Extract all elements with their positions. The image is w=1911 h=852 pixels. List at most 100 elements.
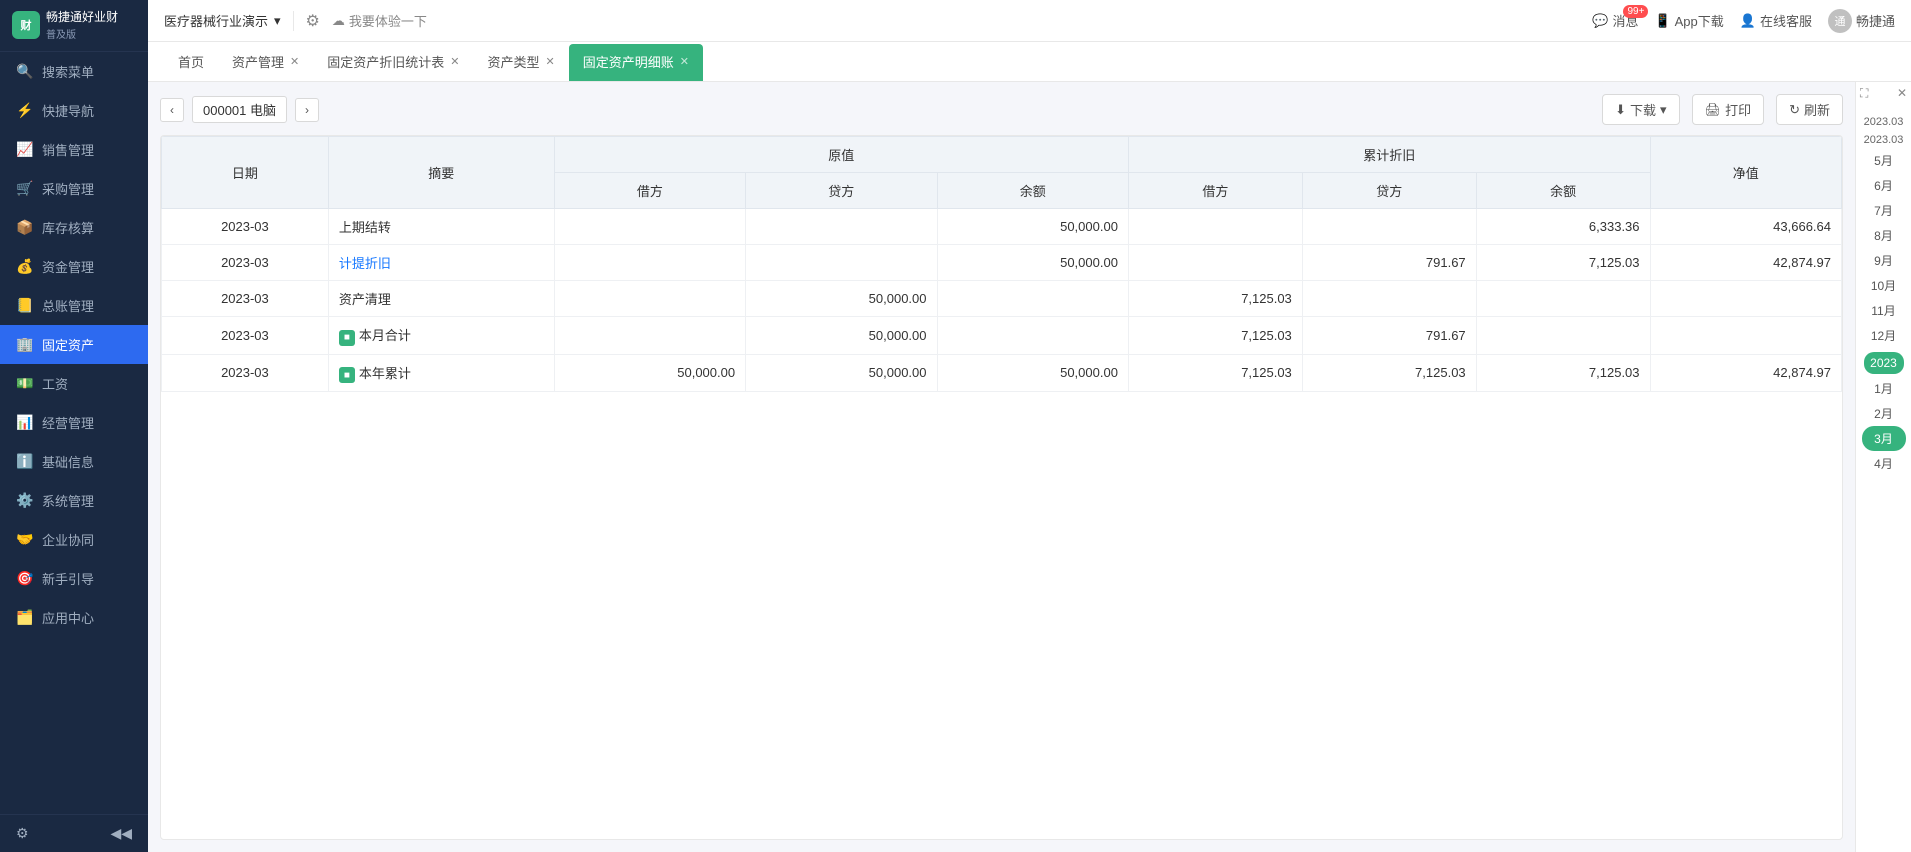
tab-close-icon[interactable]: ✕: [290, 55, 299, 68]
cell-depr-debit: 7,125.03: [1128, 317, 1302, 355]
tab-close-icon[interactable]: ✕: [546, 55, 555, 68]
company-selector[interactable]: 医疗器械行业演示 ▾: [164, 11, 281, 30]
download-label: 下载: [1630, 100, 1656, 119]
message-btn[interactable]: 💬 消息 99+: [1592, 11, 1638, 30]
tab-资产类型[interactable]: 资产类型✕: [473, 44, 568, 81]
collapse-icon[interactable]: ◀◀: [110, 825, 132, 842]
sidebar-icon: 📒: [16, 296, 34, 314]
timeline-year[interactable]: 2023: [1864, 352, 1904, 374]
tab-固定资产折旧统计表[interactable]: 固定资产折旧统计表✕: [313, 44, 473, 81]
sidebar-item-资金管理[interactable]: 💰资金管理: [0, 247, 148, 286]
sidebar-item-销售管理[interactable]: 📈销售管理: [0, 130, 148, 169]
timeline-month[interactable]: 10月: [1862, 273, 1906, 298]
data-table-wrapper: 日期 摘要 原值 累计折旧 净值 借方 贷方 余额 借方 贷方 余额: [160, 135, 1843, 840]
timeline-month[interactable]: 1月: [1862, 376, 1906, 401]
print-btn[interactable]: 🖨 打印: [1692, 94, 1765, 125]
content-main: ‹ 000001 电脑 › ⬇ 下载 ▾ 🖨 打印 ↻: [148, 82, 1855, 852]
sidebar-item-基础信息[interactable]: ℹ️基础信息: [0, 442, 148, 481]
col-orig-credit: 贷方: [746, 173, 937, 209]
timeline-month[interactable]: 4月: [1862, 451, 1906, 476]
timeline-close-icon[interactable]: ✕: [1897, 86, 1907, 100]
cell-orig-balance: [937, 317, 1128, 355]
timeline-expand-icon[interactable]: ⛶: [1860, 86, 1868, 101]
online-service-btn[interactable]: 👤 在线客服: [1740, 11, 1812, 30]
tab-close-icon[interactable]: ✕: [680, 55, 689, 68]
tab-固定资产明细账[interactable]: 固定资产明细账 ✕: [569, 44, 703, 81]
service-icon: 👤: [1740, 13, 1756, 29]
timeline-month[interactable]: 12月: [1862, 323, 1906, 348]
sidebar-label: 系统管理: [42, 491, 94, 510]
col-summary: 摘要: [328, 137, 554, 209]
message-icon: 💬: [1592, 13, 1608, 29]
sidebar-item-总账管理[interactable]: 📒总账管理: [0, 286, 148, 325]
sidebar-item-采购管理[interactable]: 🛒采购管理: [0, 169, 148, 208]
tab-资产管理[interactable]: 资产管理 ✕: [218, 44, 313, 81]
sidebar-item-快捷导航[interactable]: ⚡快捷导航: [0, 91, 148, 130]
col-accumulated-depr: 累计折旧: [1128, 137, 1650, 173]
timeline-items: 5月6月7月8月9月10月11月12月 20231月2月3月4月: [1862, 148, 1906, 476]
cell-summary: 上期结转: [328, 209, 554, 245]
topbar-divider: [293, 11, 294, 31]
sidebar-item-搜索菜单[interactable]: 🔍搜索菜单: [0, 52, 148, 91]
timeline-month[interactable]: 7月: [1862, 198, 1906, 223]
sidebar-label: 资金管理: [42, 257, 94, 276]
sidebar-icon: 🏢: [16, 335, 34, 353]
sidebar-label: 新手引导: [42, 569, 94, 588]
tab-close-icon[interactable]: ✕: [450, 55, 459, 68]
refresh-btn[interactable]: ↻ 刷新: [1776, 94, 1843, 125]
sidebar-label: 固定资产: [42, 335, 94, 354]
toolbar-right: ⬇ 下载 ▾ 🖨 打印 ↻ 刷新: [1602, 94, 1843, 125]
sidebar-nav: 🔍搜索菜单⚡快捷导航📈销售管理🛒采购管理📦库存核算💰资金管理📒总账管理 🏢 固定资产…: [0, 52, 148, 814]
content-area: ‹ 000001 电脑 › ⬇ 下载 ▾ 🖨 打印 ↻: [148, 82, 1911, 852]
sidebar-icon: 📊: [16, 413, 34, 431]
sidebar-icon: ⚡: [16, 101, 34, 119]
sidebar-item-新手引导[interactable]: 🎯新手引导: [0, 559, 148, 598]
cell-net-value: 42,874.97: [1650, 245, 1841, 281]
cell-depr-debit: 7,125.03: [1128, 281, 1302, 317]
tab-label: 资产管理: [232, 52, 284, 71]
sidebar-label: 基础信息: [42, 452, 94, 471]
timeline-month[interactable]: 2月: [1862, 401, 1906, 426]
settings-gear-icon[interactable]: ⚙: [306, 11, 320, 31]
timeline-month[interactable]: 11月: [1862, 298, 1906, 323]
sidebar-item-固定资产[interactable]: 🏢 固定资产: [0, 325, 148, 364]
timeline-month[interactable]: 3月: [1862, 426, 1906, 451]
col-depr-credit: 贷方: [1302, 173, 1476, 209]
user-menu[interactable]: 通 畅捷通: [1828, 9, 1895, 33]
cell-depr-debit: 7,125.03: [1128, 354, 1302, 392]
trial-btn[interactable]: ☁ 我要体验一下: [332, 11, 427, 30]
sidebar-item-库存核算[interactable]: 📦库存核算: [0, 208, 148, 247]
refresh-label: 刷新: [1804, 100, 1830, 119]
cell-date: 2023-03: [162, 281, 329, 317]
table-row: 2023-03 计提折旧 50,000.00 791.67 7,125.03 4…: [162, 245, 1842, 281]
download-btn[interactable]: ⬇ 下载 ▾: [1602, 94, 1679, 125]
cell-depr-credit: [1302, 209, 1476, 245]
sidebar-item-企业协同[interactable]: 🤝企业协同: [0, 520, 148, 559]
prev-asset-btn[interactable]: ‹: [160, 98, 184, 122]
data-table: 日期 摘要 原值 累计折旧 净值 借方 贷方 余额 借方 贷方 余额: [161, 136, 1842, 392]
cell-date: 2023-03: [162, 317, 329, 355]
timeline-month[interactable]: 8月: [1862, 223, 1906, 248]
app-download-btn[interactable]: 📱 App下载: [1654, 11, 1723, 30]
tab-label: 固定资产明细账: [583, 52, 674, 71]
summary-link[interactable]: 计提折旧: [339, 256, 391, 271]
tabs-bar: 首页资产管理✕固定资产折旧统计表✕资产类型✕固定资产明细账✕: [148, 42, 1911, 82]
table-row: 2023-03 ■本年累计 50,000.00 50,000.00 50,000…: [162, 354, 1842, 392]
cell-depr-credit: 7,125.03: [1302, 354, 1476, 392]
cell-depr-balance: [1476, 317, 1650, 355]
cell-depr-balance: 6,333.36: [1476, 209, 1650, 245]
cell-net-value: [1650, 281, 1841, 317]
timeline-month[interactable]: 5月: [1862, 148, 1906, 173]
sidebar-item-应用中心[interactable]: 🗂️应用中心: [0, 598, 148, 637]
sidebar-item-工资[interactable]: 💵工资: [0, 364, 148, 403]
cell-depr-balance: [1476, 281, 1650, 317]
sidebar-item-经营管理[interactable]: 📊经营管理: [0, 403, 148, 442]
sidebar-item-系统管理[interactable]: ⚙️系统管理: [0, 481, 148, 520]
settings-icon[interactable]: ⚙: [16, 825, 29, 842]
timeline-month[interactable]: 6月: [1862, 173, 1906, 198]
next-asset-btn[interactable]: ›: [295, 98, 319, 122]
timeline-month[interactable]: 9月: [1862, 248, 1906, 273]
cell-depr-balance: 7,125.03: [1476, 354, 1650, 392]
cell-orig-credit: [746, 209, 937, 245]
tab-首页[interactable]: 首页: [164, 44, 218, 81]
